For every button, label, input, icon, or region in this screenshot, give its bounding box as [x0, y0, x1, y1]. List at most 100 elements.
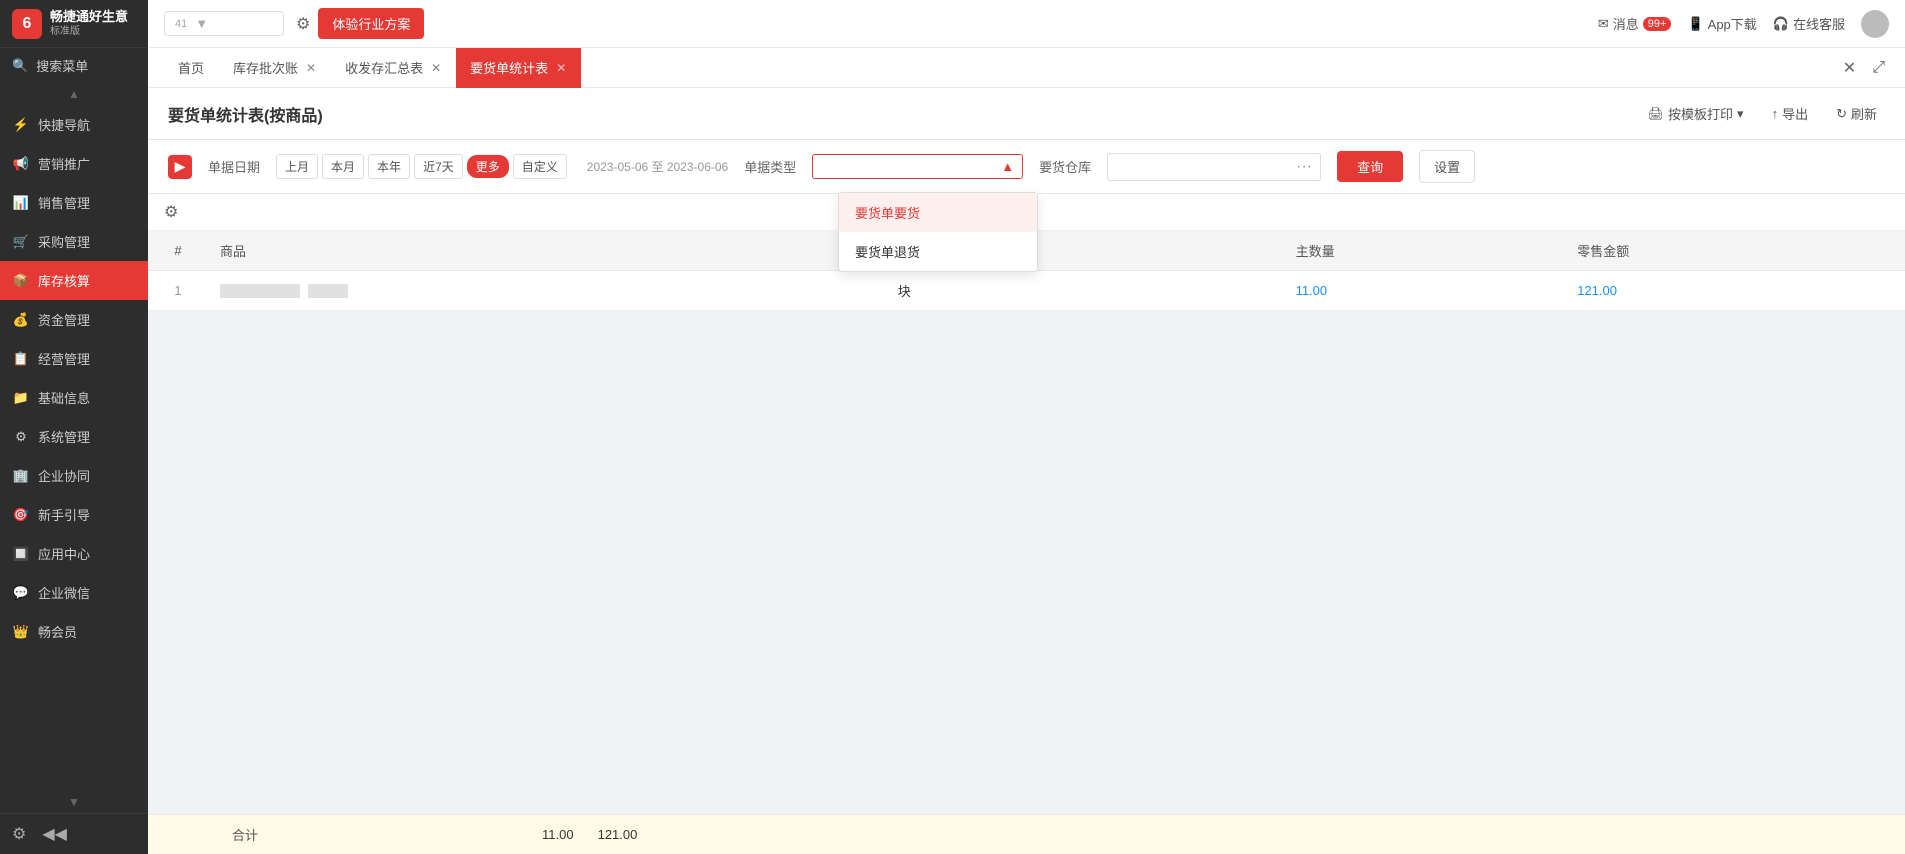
topbar-settings-icon[interactable]: ⚙ [296, 14, 310, 34]
scroll-up: ▲ [0, 83, 148, 105]
sidebar-item-app-center[interactable]: 🔲 应用中心 [0, 534, 148, 573]
app-title: 畅捷通好生意 [50, 9, 128, 26]
type-dropdown: 要货单要货 要货单退货 [838, 192, 1038, 272]
close-all-tabs-button[interactable]: ✕ [1839, 54, 1860, 82]
store-number: 41 [175, 18, 187, 30]
sidebar-item-quick-nav[interactable]: ⚡ 快捷导航 [0, 105, 148, 144]
cell-unit: 块 [886, 271, 1284, 311]
print-icon: 🖨 [1648, 106, 1665, 122]
tab-receivable-summary-close[interactable]: ✕ [431, 61, 441, 75]
app-download-label: App下载 [1708, 14, 1757, 33]
sidebar-item-purchase[interactable]: 🛒 采购管理 [0, 222, 148, 261]
sidebar-item-guide[interactable]: 🎯 新手引导 [0, 495, 148, 534]
date-btn-custom[interactable]: 自定义 [513, 154, 567, 179]
store-selector[interactable]: 41 ▼ [164, 11, 284, 36]
export-button[interactable]: ↑ 导出 [1764, 100, 1817, 127]
sidebar-item-label: 企业协同 [38, 466, 90, 485]
dropdown-item-order-return-label: 要货单退货 [855, 245, 920, 260]
app-download-button[interactable]: 📱 App下载 [1687, 14, 1756, 33]
operations-icon: 📋 [12, 350, 30, 368]
warehouse-input[interactable] [1116, 159, 1292, 174]
date-btn-last-7days[interactable]: 近7天 [414, 154, 463, 179]
warehouse-more-icon[interactable]: ··· [1296, 158, 1312, 176]
sidebar-nav: ⚡ 快捷导航 📢 营销推广 📊 销售管理 🛒 采购管理 📦 库存核算 💰 资金管… [0, 105, 148, 791]
settings-icon[interactable]: ⚙ [12, 824, 26, 844]
refresh-icon: ↻ [1836, 106, 1847, 122]
collapse-icon[interactable]: ◀◀ [42, 824, 67, 844]
topbar: 41 ▼ ⚙ 体验行业方案 ✉ 消息 99+ 📱 App下载 🎧 在线客服 [148, 0, 1905, 48]
expand-tabs-button[interactable]: ⤢ [1868, 55, 1889, 81]
user-avatar[interactable] [1861, 10, 1889, 38]
message-button[interactable]: ✉ 消息 99+ [1598, 14, 1672, 33]
sidebar-item-finance[interactable]: 💰 资金管理 [0, 300, 148, 339]
table-row: 1 块 11.00 121.00 [148, 271, 1905, 311]
message-badge: 99+ [1643, 17, 1672, 31]
page-actions: 🖨 按模板打印 ▾ ↑ 导出 ↻ 刷新 [1640, 100, 1886, 127]
type-caret-icon[interactable]: ▲ [1001, 159, 1014, 174]
sidebar-bottom: ⚙ ◀◀ [0, 813, 148, 854]
service-label: 在线客服 [1793, 14, 1845, 33]
marketing-icon: 📢 [12, 155, 30, 173]
dropdown-item-order-add[interactable]: 要货单要货 [839, 193, 1037, 232]
sidebar-item-basic-info[interactable]: 📁 基础信息 [0, 378, 148, 417]
sidebar-item-operations[interactable]: 📋 经营管理 [0, 339, 148, 378]
app-center-icon: 🔲 [12, 545, 30, 563]
sidebar-item-sales[interactable]: 📊 销售管理 [0, 183, 148, 222]
date-label: 单据日期 [208, 157, 260, 176]
warehouse-select[interactable]: ··· [1107, 153, 1321, 181]
sidebar-item-enterprise[interactable]: 🏢 企业协同 [0, 456, 148, 495]
promo-button[interactable]: 体验行业方案 [318, 8, 424, 39]
type-input[interactable] [821, 159, 997, 174]
refresh-button[interactable]: ↻ 刷新 [1828, 100, 1885, 127]
settings-filter-button[interactable]: 设置 [1419, 150, 1475, 183]
sidebar-item-wechat[interactable]: 💬 企业微信 [0, 573, 148, 612]
online-service-button[interactable]: 🎧 在线客服 [1773, 14, 1845, 33]
amount-link[interactable]: 121.00 [1577, 283, 1617, 298]
page-title: 要货单统计表(按商品) [168, 102, 323, 126]
sidebar-item-vip[interactable]: 👑 畅会员 [0, 612, 148, 651]
footer-label: 合计 [232, 828, 258, 843]
message-label: 消息 [1613, 14, 1639, 33]
sales-icon: 📊 [12, 194, 30, 212]
main-content: 41 ▼ ⚙ 体验行业方案 ✉ 消息 99+ 📱 App下载 🎧 在线客服 [148, 0, 1905, 854]
tab-inventory-batch[interactable]: 库存批次账 ✕ [219, 48, 331, 88]
filter-expand-button[interactable]: ▶ [168, 155, 192, 179]
date-btn-more[interactable]: 更多 [467, 155, 509, 178]
dropdown-item-order-return[interactable]: 要货单退货 [839, 232, 1037, 271]
sidebar-item-inventory[interactable]: 📦 库存核算 [0, 261, 148, 300]
tab-inventory-batch-close[interactable]: ✕ [306, 61, 316, 75]
col-amount: 零售金额 [1565, 231, 1905, 271]
dropdown-item-order-add-label: 要货单要货 [855, 206, 920, 221]
search-button[interactable]: 查询 [1337, 151, 1403, 182]
sidebar-item-label: 系统管理 [38, 427, 90, 446]
tab-receivable-summary[interactable]: 收发存汇总表 ✕ [331, 48, 456, 88]
sidebar-item-label: 快捷导航 [38, 115, 90, 134]
tab-home[interactable]: 首页 [164, 48, 219, 88]
table-settings-icon[interactable]: ⚙ [164, 202, 178, 222]
search-menu[interactable]: 🔍 搜索菜单 [0, 48, 148, 83]
sidebar-item-label: 畅会员 [38, 622, 77, 641]
topbar-left: 41 ▼ ⚙ 体验行业方案 [164, 8, 1586, 39]
type-select[interactable]: ▲ [812, 154, 1023, 179]
tab-order-summary[interactable]: 要货单统计表 ✕ [456, 48, 581, 88]
sidebar-item-marketing[interactable]: 📢 营销推广 [0, 144, 148, 183]
page-content: 要货单统计表(按商品) 🖨 按模板打印 ▾ ↑ 导出 ↻ 刷新 ▶ [148, 88, 1905, 854]
sidebar-item-label: 资金管理 [38, 310, 90, 329]
footer-label-cell: 合计 [220, 825, 270, 844]
date-btn-last-month[interactable]: 上月 [276, 154, 318, 179]
col-qty: 主数量 [1284, 231, 1566, 271]
print-button[interactable]: 🖨 按模板打印 ▾ [1640, 100, 1752, 127]
inventory-icon: 📦 [12, 272, 30, 290]
sidebar-item-label: 库存核算 [38, 271, 90, 290]
vip-icon: 👑 [12, 623, 30, 641]
qty-link[interactable]: 11.00 [1296, 283, 1328, 298]
search-icon: 🔍 [12, 58, 28, 74]
warehouse-label: 要货仓库 [1039, 157, 1091, 176]
type-label: 单据类型 [744, 157, 796, 176]
purchase-icon: 🛒 [12, 233, 30, 251]
tab-order-summary-close[interactable]: ✕ [556, 61, 566, 75]
date-btn-this-month[interactable]: 本月 [322, 154, 364, 179]
date-btn-this-year[interactable]: 本年 [368, 154, 410, 179]
sidebar-item-system[interactable]: ⚙ 系统管理 [0, 417, 148, 456]
footer-qty-cell: 11.00 [530, 827, 586, 842]
